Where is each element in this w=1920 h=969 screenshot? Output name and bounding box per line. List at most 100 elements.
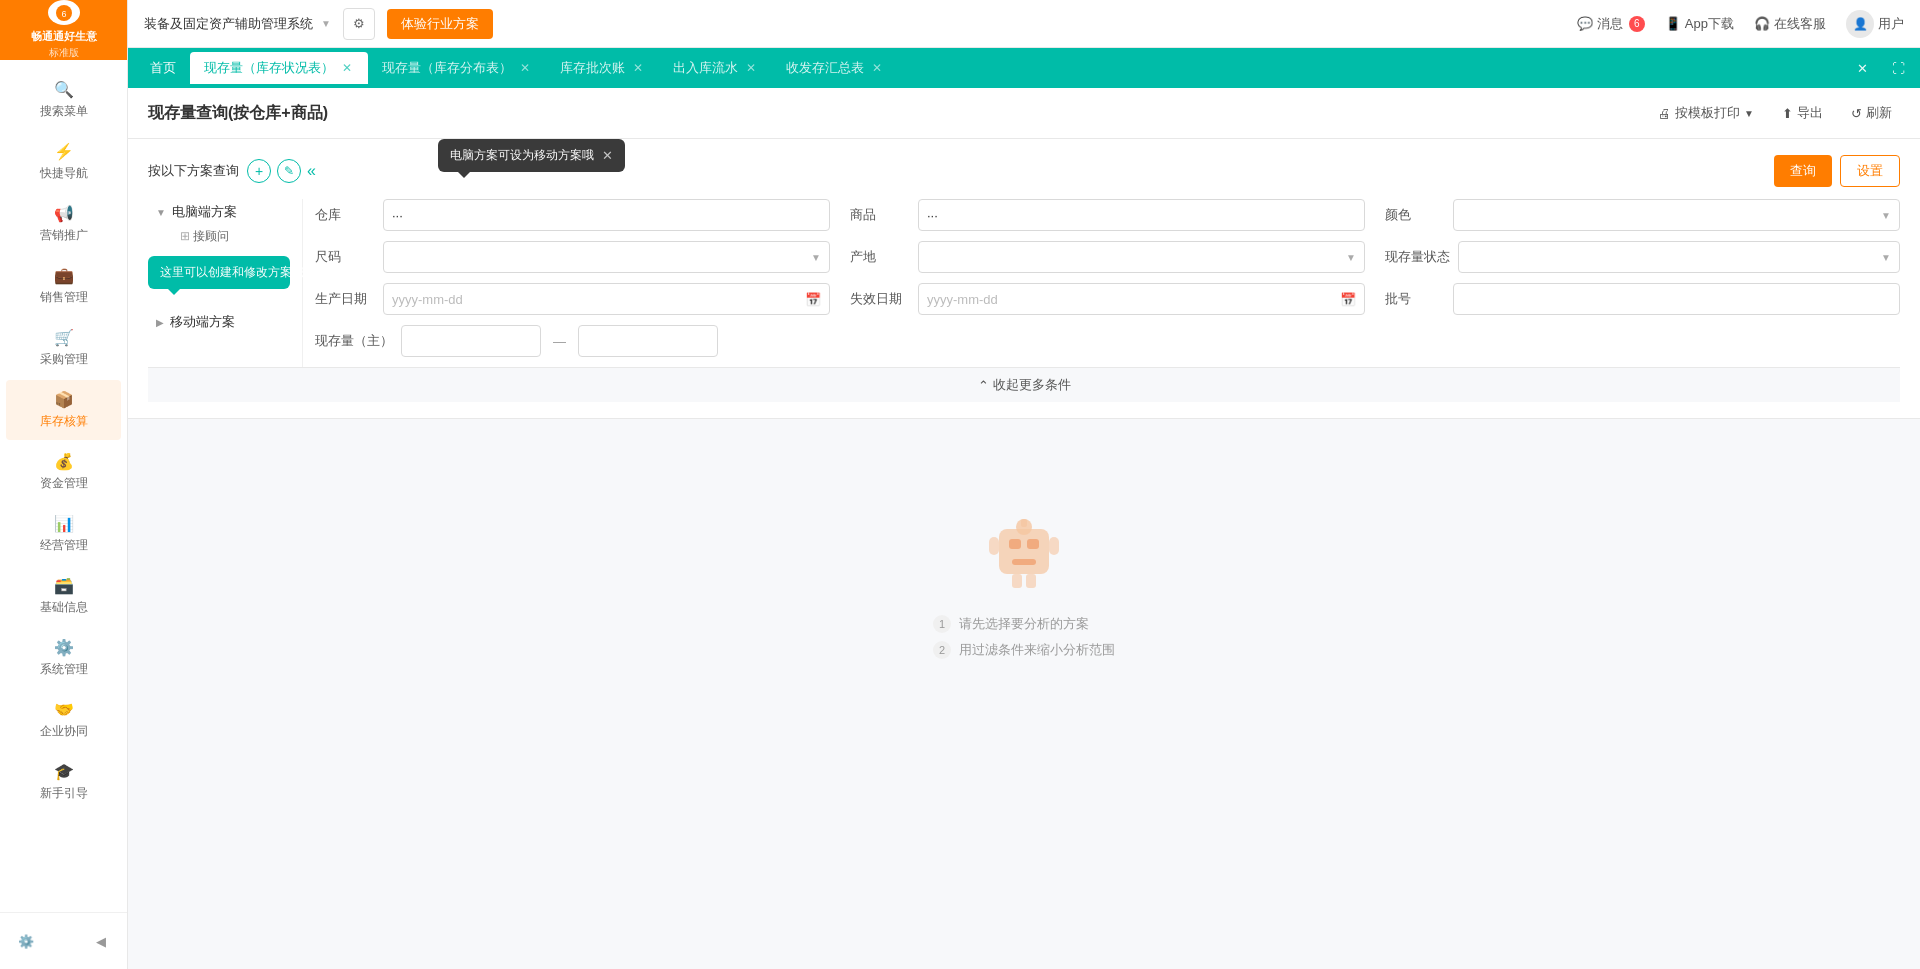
sidebar-item-guide[interactable]: 🎓 新手引导 [6,752,121,812]
expiry-date-input[interactable]: yyyy-mm-dd 📅 [918,283,1365,315]
stock-main-input-from[interactable] [401,325,541,357]
print-icon: 🖨 [1658,106,1671,121]
query-btn[interactable]: 查询 [1774,155,1832,187]
origin-label: 产地 [850,248,910,266]
tab-inventory-dist[interactable]: 现存量（库存分布表） ✕ [368,52,546,84]
sidebar-item-search-label: 搜索菜单 [40,103,88,120]
top-header: 装备及固定资产辅助管理系统 ▼ ⚙ 体验行业方案 💬 消息 6 📱 App下载 … [128,0,1920,48]
tab-bar: 首页 现存量（库存状况表） ✕ 现存量（库存分布表） ✕ 库存批次账 ✕ 出入库… [128,48,1920,88]
production-date-input[interactable]: yyyy-mm-dd 📅 [383,283,830,315]
scheme-mobile-arrow: ▶ [156,317,164,328]
tab-inventory-status[interactable]: 现存量（库存状况表） ✕ [190,52,368,84]
scheme-desktop-sub-1[interactable]: ⊞ 接顾问 [172,225,290,248]
sidebar-item-sales[interactable]: 💼 销售管理 [6,256,121,316]
print-template-btn[interactable]: 🖨 按模板打印 ▼ [1650,100,1762,126]
scheme-desktop[interactable]: ▼ 电脑端方案 [148,199,290,225]
tooltip-close-2[interactable]: ✕ [312,265,323,280]
color-select[interactable]: ▼ [1453,199,1900,231]
svg-rect-6 [989,537,999,555]
sidebar-item-collab[interactable]: 🤝 企业协同 [6,690,121,750]
headset-icon: 🎧 [1754,16,1770,31]
empty-state: 1 请先选择要分析的方案 2 用过滤条件来缩小分析范围 [128,419,1920,739]
size-field: 尺码 ▼ [315,241,830,273]
sidebar-item-purchase[interactable]: 🛒 采购管理 [6,318,121,378]
tab-expand[interactable]: ⛶ [1884,54,1912,82]
online-service-btn[interactable]: 🎧 在线客服 [1754,15,1826,33]
filter-add-btn[interactable]: + [247,159,271,183]
expiry-date-field: 失效日期 yyyy-mm-dd 📅 [850,283,1365,315]
svg-rect-8 [1012,574,1022,588]
tab-summary[interactable]: 收发存汇总表 ✕ [772,52,898,84]
filter-edit-btn[interactable]: ✎ [277,159,301,183]
origin-field: 产地 ▼ [850,241,1365,273]
tab-batch[interactable]: 库存批次账 ✕ [546,52,659,84]
filter-actions: + ✎ « [247,159,316,183]
filter-row-1: 仓库 ··· 商品 ··· 颜色 [315,199,1900,231]
tab-home[interactable]: 首页 [136,52,190,84]
settings-btn[interactable]: ⚙ [343,8,375,40]
tab-inventory-dist-label: 现存量（库存分布表） [382,59,512,77]
tooltip-close-1[interactable]: ✕ [602,148,613,163]
stock-main-input-to[interactable] [578,325,718,357]
logo-sub: 标准版 [49,46,79,60]
tab-batch-label: 库存批次账 [560,59,625,77]
trial-button[interactable]: 体验行业方案 [387,9,493,39]
sidebar-item-system[interactable]: ⚙️ 系统管理 [6,628,121,688]
sidebar-item-marketing[interactable]: 📢 营销推广 [6,194,121,254]
tooltip-text-1: 电脑方案可设为移动方案哦 [450,147,594,164]
tip-text-2: 用过滤条件来缩小分析范围 [959,641,1115,659]
scheme-desktop-sub-label: ⊞ [180,229,190,243]
collapse-bar[interactable]: ⌃ 收起更多条件 [148,367,1900,402]
tab-summary-close[interactable]: ✕ [870,61,884,75]
tab-summary-label: 收发存汇总表 [786,59,864,77]
app-download-btn[interactable]: 📱 App下载 [1665,15,1734,33]
product-select[interactable]: ··· [918,199,1365,231]
tab-flow-close[interactable]: ✕ [744,61,758,75]
setting-btn[interactable]: 设置 [1840,155,1900,187]
stock-status-select[interactable]: ▼ [1458,241,1900,273]
messages-btn[interactable]: 💬 消息 6 [1577,15,1645,33]
size-label: 尺码 [315,248,375,266]
production-date-placeholder: yyyy-mm-dd [392,292,463,307]
sidebar-item-inventory-label: 库存核算 [40,413,88,430]
filter-back-btn[interactable]: « [307,162,316,180]
tooltip-create-scheme-wrap: 这里可以创建和修改方案哦 ✕ [148,256,290,289]
sidebar-item-basics[interactable]: 🗃️ 基础信息 [6,566,121,626]
product-dots: ··· [927,208,938,223]
page-title: 现存量查询(按仓库+商品) [148,103,328,124]
sidebar-item-collab-label: 企业协同 [40,723,88,740]
tab-inventory-dist-close[interactable]: ✕ [518,61,532,75]
tooltip-desktop-to-mobile: 电脑方案可设为移动方案哦 ✕ [438,139,625,172]
sidebar-item-finance-label: 资金管理 [40,475,88,492]
refresh-btn[interactable]: ↺ 刷新 [1843,100,1900,126]
page-title-bar: 现存量查询(按仓库+商品) 🖨 按模板打印 ▼ ⬆ 导出 ↺ 刷新 [128,88,1920,139]
product-field: 商品 ··· [850,199,1365,231]
origin-arrow: ▼ [1346,252,1356,263]
svg-rect-7 [1049,537,1059,555]
filter-label: 按以下方案查询 [148,162,239,180]
sidebar-settings-btn[interactable]: ⚙️ [6,925,46,957]
avatar-circle: 👤 [1846,10,1874,38]
tab-close-all[interactable]: ✕ [1848,54,1876,82]
tab-batch-close[interactable]: ✕ [631,61,645,75]
sidebar-collapse-btn[interactable]: ◀ [81,925,121,957]
tab-inventory-status-close[interactable]: ✕ [340,61,354,75]
filter-main: 仓库 ··· 商品 ··· 颜色 [315,199,1900,367]
size-select[interactable]: ▼ [383,241,830,273]
export-btn[interactable]: ⬆ 导出 [1774,100,1831,126]
origin-select[interactable]: ▼ [918,241,1365,273]
user-avatar[interactable]: 👤 用户 [1846,10,1904,38]
sidebar-item-management[interactable]: 📊 经营管理 [6,504,121,564]
management-icon: 📊 [54,514,74,533]
svg-rect-9 [1026,574,1036,588]
batch-no-input[interactable] [1453,283,1900,315]
finance-icon: 💰 [54,452,74,471]
warehouse-select[interactable]: ··· [383,199,830,231]
guide-icon: 🎓 [54,762,74,781]
tab-flow[interactable]: 出入库流水 ✕ [659,52,772,84]
sidebar-item-inventory[interactable]: 📦 库存核算 [6,380,121,440]
sidebar-item-search[interactable]: 🔍 搜索菜单 [6,70,121,130]
scheme-mobile[interactable]: ▶ 移动端方案 [148,309,290,335]
sidebar-item-finance[interactable]: 💰 资金管理 [6,442,121,502]
sidebar-item-quicknav[interactable]: ⚡ 快捷导航 [6,132,121,192]
